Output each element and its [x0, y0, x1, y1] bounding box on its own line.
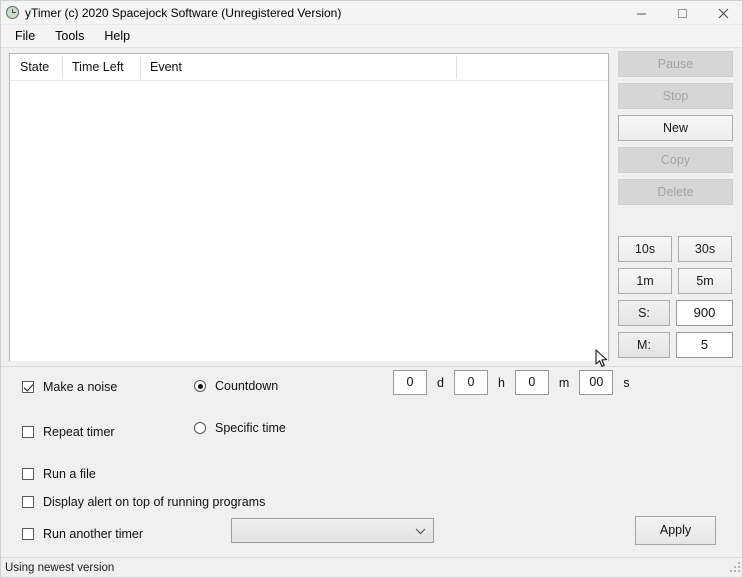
checkbox-box[interactable] [22, 426, 34, 438]
delete-button[interactable]: Delete [618, 179, 733, 205]
duration-seconds-input[interactable]: 00 [579, 370, 614, 395]
clock-icon [5, 5, 21, 21]
checkbox-label: Repeat timer [43, 425, 115, 439]
run-another-timer-select[interactable] [231, 518, 434, 543]
quick-5m-button[interactable]: 5m [678, 268, 732, 294]
maximize-icon[interactable] [662, 1, 703, 25]
checkbox-label: Run another timer [43, 527, 144, 541]
seconds-unit-button[interactable]: S: [618, 300, 670, 326]
radio-specific-time[interactable]: Specific time [194, 421, 286, 435]
minimize-icon[interactable] [621, 1, 662, 25]
ytimer-window: yTimer (c) 2020 Spacejock Software (Unre… [0, 0, 743, 578]
checkbox-label: Make a noise [43, 380, 118, 394]
duration-days-unit: d [437, 375, 444, 390]
column-header-time-left[interactable]: Time Left [62, 54, 140, 81]
duration-seconds-unit: s [623, 375, 630, 390]
action-button-column: Pause Stop New Copy Delete 10s 30s 1m 5m… [618, 51, 737, 364]
duration-hours-input[interactable]: 0 [453, 370, 488, 395]
radio-circle[interactable] [194, 422, 206, 434]
resize-grip-icon[interactable] [729, 562, 741, 574]
column-divider[interactable] [140, 56, 141, 79]
stop-button[interactable]: Stop [618, 83, 733, 109]
duration-minutes-input[interactable]: 0 [514, 370, 549, 395]
new-button[interactable]: New [618, 115, 733, 141]
checkbox-repeat-timer[interactable]: Repeat timer [22, 425, 115, 439]
radio-countdown[interactable]: Countdown [194, 379, 278, 393]
checkbox-box[interactable] [22, 496, 34, 508]
radio-label: Countdown [215, 379, 279, 393]
duration-hours-unit: h [497, 375, 505, 390]
menu-bar: File Tools Help [1, 25, 742, 48]
close-icon[interactable] [703, 1, 742, 25]
minutes-input[interactable]: 5 [676, 332, 733, 358]
checkbox-box[interactable] [22, 468, 34, 480]
checkbox-label: Run a file [43, 467, 96, 481]
timer-list-body[interactable] [10, 81, 608, 361]
timer-list-header: State Time Left Event [10, 54, 608, 81]
radio-circle[interactable] [194, 380, 206, 392]
menu-item-tools[interactable]: Tools [45, 26, 94, 47]
window-controls [621, 1, 742, 25]
column-header-event[interactable]: Event [140, 54, 240, 81]
checkbox-box[interactable] [22, 381, 34, 393]
quick-1m-button[interactable]: 1m [618, 268, 672, 294]
window-title: yTimer (c) 2020 Spacejock Software (Unre… [25, 5, 342, 20]
duration-minutes-unit: m [558, 375, 570, 390]
duration-row: 0 d 0 h 0 m 00 s [393, 370, 640, 395]
radio-label: Specific time [215, 421, 286, 435]
quick-30s-button[interactable]: 30s [678, 236, 732, 262]
checkbox-make-a-noise[interactable]: Make a noise [22, 380, 117, 394]
minutes-unit-button[interactable]: M: [618, 332, 670, 358]
checkbox-display-alert[interactable]: Display alert on top of running programs [22, 495, 265, 509]
column-divider[interactable] [456, 56, 457, 79]
quick-10s-button[interactable]: 10s [618, 236, 672, 262]
seconds-field-row: S: 900 [618, 300, 737, 326]
column-divider[interactable] [62, 56, 63, 79]
seconds-input[interactable]: 900 [676, 300, 733, 326]
quick-timer-row-minutes: 1m 5m [618, 268, 737, 294]
checkbox-run-another-timer[interactable]: Run another timer [22, 527, 143, 541]
title-bar: yTimer (c) 2020 Spacejock Software (Unre… [1, 1, 742, 25]
checkbox-run-a-file[interactable]: Run a file [22, 467, 96, 481]
pause-button[interactable]: Pause [618, 51, 733, 77]
chevron-down-icon[interactable] [415, 522, 426, 540]
timer-list-panel[interactable]: State Time Left Event [9, 53, 609, 361]
column-header-state[interactable]: State [10, 54, 62, 81]
status-bar: Using newest version [1, 557, 742, 577]
quick-timer-row-seconds: 10s 30s [618, 236, 737, 262]
checkbox-label: Display alert on top of running programs [43, 495, 266, 509]
copy-button[interactable]: Copy [618, 147, 733, 173]
duration-days-input[interactable]: 0 [393, 370, 427, 395]
menu-item-file[interactable]: File [5, 26, 45, 47]
checkbox-box[interactable] [22, 528, 34, 540]
apply-button[interactable]: Apply [635, 516, 716, 545]
minutes-field-row: M: 5 [618, 332, 737, 358]
status-message: Using newest version [5, 562, 115, 574]
menu-item-help[interactable]: Help [94, 26, 140, 47]
